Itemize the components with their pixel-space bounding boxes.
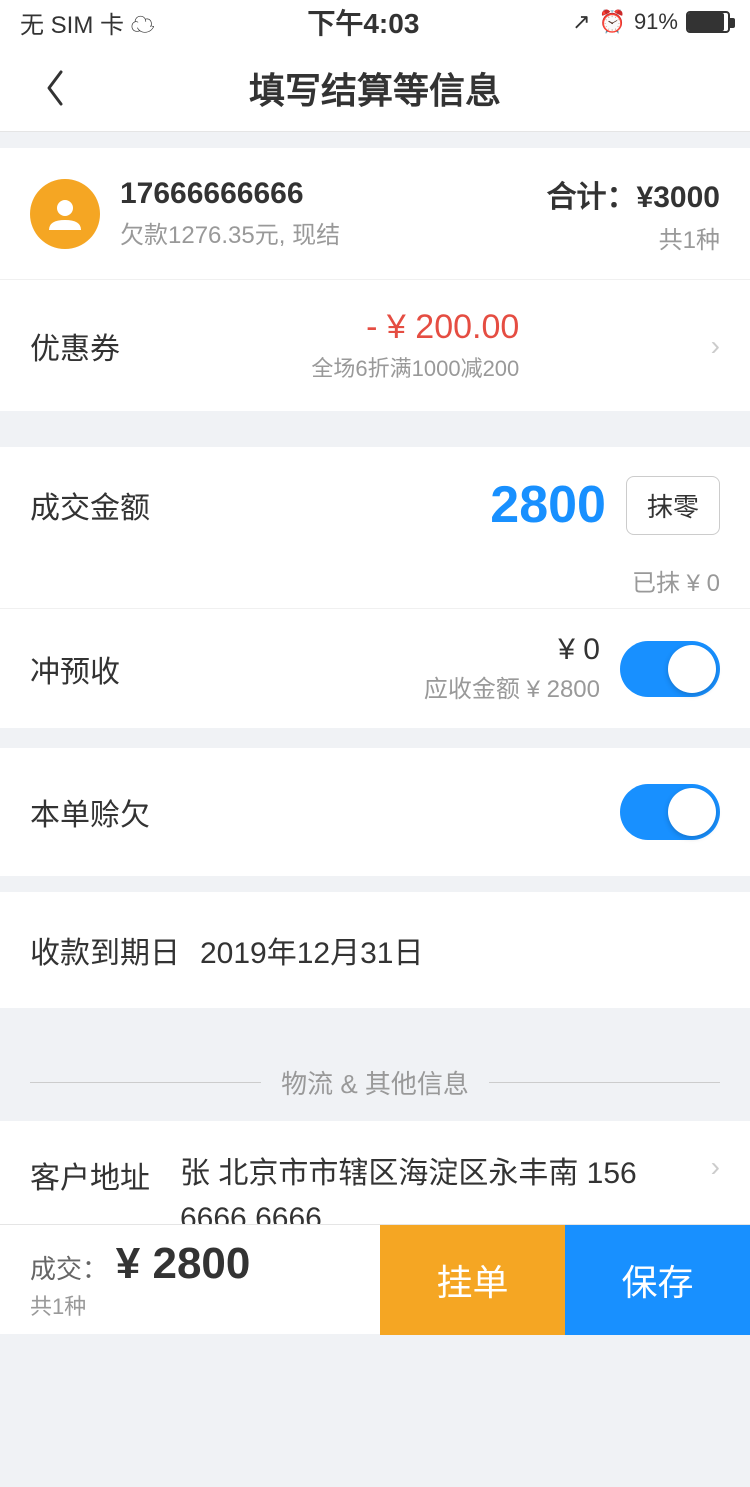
- customer-phone: 17666666666: [120, 177, 547, 211]
- customer-info: 17666666666 欠款1276.35元, 现结: [120, 177, 547, 250]
- status-bar: 无 SIM 卡 ☁ 下午4:03 ↗ ⏰ 91%: [0, 0, 750, 44]
- customer-row: 17666666666 欠款1276.35元, 现结 合计：¥3000 共1种: [0, 148, 750, 280]
- bad-debt-section: 本单赊欠: [0, 748, 750, 876]
- prepaid-sub: 应收金额 ¥ 2800: [424, 669, 600, 704]
- deal-row: 成交金额 2800 抹零: [0, 447, 750, 563]
- coupon-right: - ¥ 200.00 全场6折满1000减200: [311, 308, 519, 383]
- customer-total: 合计：¥3000 共1种: [547, 172, 720, 255]
- total-sub: 共1种: [547, 220, 720, 255]
- toggle-knob: [668, 645, 716, 693]
- prepaid-amount: ¥ 0: [424, 633, 600, 667]
- alarm-icon: ⏰: [599, 9, 626, 35]
- page-title: 填写结算等信息: [80, 62, 670, 114]
- sim-label: 无 SIM 卡 ☁: [20, 5, 155, 40]
- section-divider-2: [0, 728, 750, 748]
- bottom-summary: 成交： ¥ 2800 共1种: [0, 1239, 380, 1321]
- bad-debt-toggle[interactable]: [620, 784, 720, 840]
- battery-percent: 91%: [634, 9, 678, 35]
- bottom-deal-sub: 共1种: [30, 1289, 350, 1321]
- bottom-bar: 成交： ¥ 2800 共1种 挂单 保存: [0, 1224, 750, 1334]
- coupon-amount: - ¥ 200.00: [311, 308, 519, 347]
- due-date-section: 收款到期日 2019年12月31日: [0, 892, 750, 1008]
- coupon-label: 优惠券: [30, 324, 120, 368]
- coupon-desc: 全场6折满1000减200: [311, 351, 519, 383]
- section-divider-1: [0, 427, 750, 447]
- nav-bar: 填写结算等信息: [0, 44, 750, 132]
- bottom-deal-label: 成交：: [30, 1254, 108, 1284]
- prepaid-label: 冲预收: [30, 647, 120, 691]
- deal-amount-value: 2800: [490, 475, 606, 535]
- prepaid-row: 冲预收 ¥ 0 应收金额 ¥ 2800: [0, 608, 750, 728]
- save-button[interactable]: 保存: [565, 1225, 750, 1335]
- due-date-row: 收款到期日 2019年12月31日: [0, 892, 750, 1008]
- prepaid-amount-col: ¥ 0 应收金额 ¥ 2800: [424, 633, 600, 704]
- due-date-label: 收款到期日: [30, 928, 180, 972]
- location-icon: ↗: [572, 9, 590, 35]
- deal-section: 成交金额 2800 抹零 已抹 ¥ 0 冲预收 ¥ 0 应收金额 ¥ 2800: [0, 447, 750, 728]
- deal-label: 成交金额: [30, 483, 150, 527]
- bad-debt-label: 本单赊欠: [30, 790, 150, 834]
- battery-icon: [686, 11, 730, 33]
- prepaid-right: ¥ 0 应收金额 ¥ 2800: [424, 633, 720, 704]
- address-chevron-icon: ›: [711, 1151, 720, 1183]
- bottom-deal-amount: ¥ 2800: [116, 1239, 251, 1288]
- avatar: [30, 179, 100, 249]
- section-divider-3: [0, 1024, 750, 1044]
- logistics-text: 物流 & 其他信息: [281, 1064, 469, 1101]
- total-amount: 合计：¥3000: [547, 172, 720, 216]
- customer-card: 17666666666 欠款1276.35元, 现结 合计：¥3000 共1种 …: [0, 148, 750, 411]
- deal-right: 2800 抹零: [490, 475, 720, 535]
- logistics-line-right: [489, 1082, 720, 1083]
- logistics-divider: 物流 & 其他信息: [0, 1044, 750, 1121]
- chevron-right-icon: ›: [711, 330, 720, 362]
- bad-debt-row: 本单赊欠: [0, 748, 750, 876]
- customer-subtext: 欠款1276.35元, 现结: [120, 215, 547, 250]
- due-date-value: 2019年12月31日: [200, 928, 423, 972]
- deal-sub: 已抹 ¥ 0: [0, 563, 750, 608]
- prepaid-toggle[interactable]: [620, 641, 720, 697]
- round-off-button[interactable]: 抹零: [626, 476, 720, 535]
- status-left: 无 SIM 卡 ☁: [20, 5, 155, 40]
- back-button[interactable]: [30, 63, 80, 113]
- logistics-line-left: [30, 1082, 261, 1083]
- coupon-row[interactable]: 优惠券 - ¥ 200.00 全场6折满1000减200 ›: [0, 280, 750, 411]
- hold-button[interactable]: 挂单: [380, 1225, 565, 1335]
- status-time: 下午4:03: [307, 2, 419, 42]
- bad-debt-toggle-knob: [668, 788, 716, 836]
- address-label: 客户地址: [30, 1153, 150, 1197]
- bottom-deal-label-row: 成交： ¥ 2800: [30, 1239, 350, 1289]
- status-right: ↗ ⏰ 91%: [572, 9, 730, 35]
